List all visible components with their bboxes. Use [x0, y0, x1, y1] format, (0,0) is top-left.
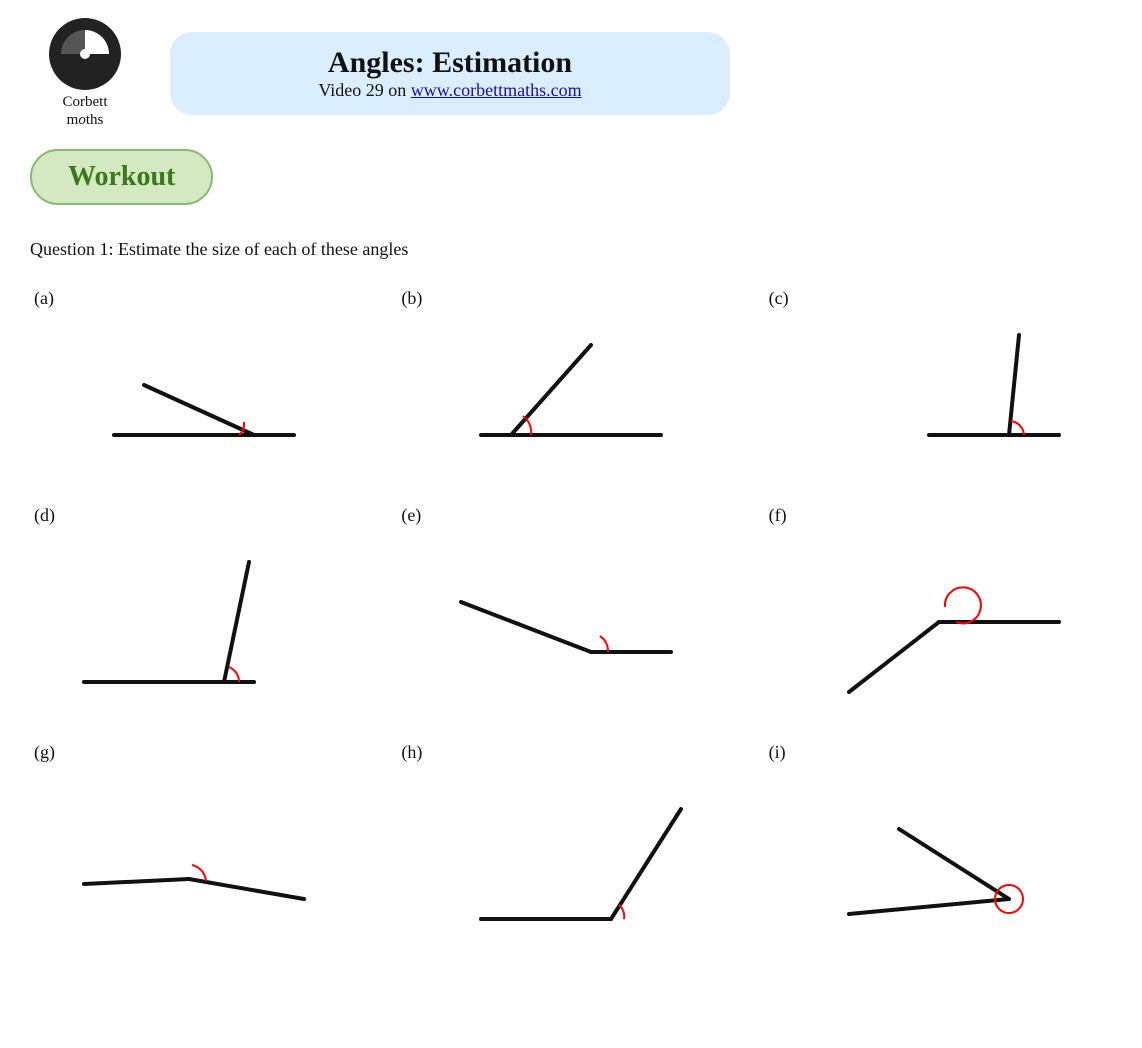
angle-cell-i: (i): [755, 732, 1122, 969]
question-label: Question 1: Estimate the size of each of…: [30, 239, 1112, 260]
angle-label-c: (c): [769, 288, 1108, 309]
angle-label-a: (a): [34, 288, 373, 309]
angle-label-d: (d): [34, 505, 373, 526]
page-title: Angles: Estimation: [210, 46, 690, 80]
angle-cell-a: (a): [20, 278, 387, 495]
angle-label-b: (b): [401, 288, 740, 309]
title-box: Angles: Estimation Video 29 on www.corbe…: [170, 32, 730, 115]
angle-label-f: (f): [769, 505, 1108, 526]
angle-label-g: (g): [34, 742, 373, 763]
angle-label-h: (h): [401, 742, 740, 763]
angle-cell-d: (d): [20, 495, 387, 732]
header: Corbettmoths Angles: Estimation Video 29…: [0, 0, 1142, 139]
workout-badge: Workout: [0, 139, 1142, 221]
angles-grid: (a) (b) (c): [0, 278, 1142, 969]
website-link[interactable]: www.corbettmaths.com: [411, 80, 582, 100]
page-subtitle: Video 29 on www.corbettmaths.com: [210, 80, 690, 101]
angle-label-i: (i): [769, 742, 1108, 763]
angle-cell-b: (b): [387, 278, 754, 495]
logo-area: Corbettmoths: [30, 18, 140, 129]
angle-cell-h: (h): [387, 732, 754, 969]
angle-cell-c: (c): [755, 278, 1122, 495]
angle-cell-e: (e): [387, 495, 754, 732]
angle-cell-g: (g): [20, 732, 387, 969]
angle-cell-f: (f): [755, 495, 1122, 732]
logo-icon: [49, 18, 121, 90]
angle-label-e: (e): [401, 505, 740, 526]
logo-text: Corbettmoths: [63, 93, 108, 129]
